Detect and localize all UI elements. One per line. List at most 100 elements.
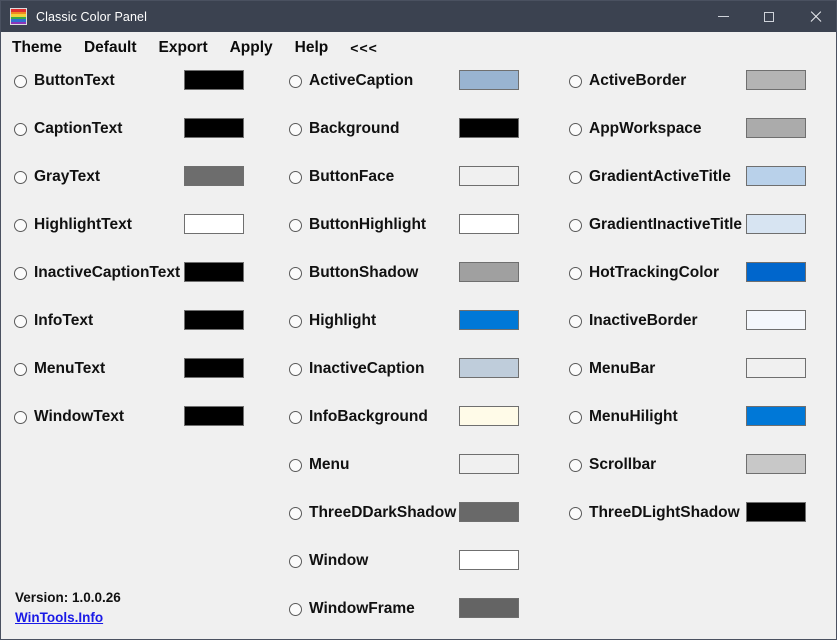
radio-appworkspace[interactable]	[569, 123, 582, 136]
radio-inactiveborder[interactable]	[569, 315, 582, 328]
radio-threeddarkshadow[interactable]	[289, 507, 302, 520]
color-row[interactable]: Scrollbar	[566, 447, 834, 495]
radio-buttonface[interactable]	[289, 171, 302, 184]
color-swatch[interactable]	[184, 262, 244, 282]
radio-background[interactable]	[289, 123, 302, 136]
color-swatch[interactable]	[459, 166, 519, 186]
radio-infotext[interactable]	[14, 315, 27, 328]
wintools-info-link[interactable]: WinTools.Info	[15, 609, 121, 627]
radio-menutext[interactable]	[14, 363, 27, 376]
radio-menubar[interactable]	[569, 363, 582, 376]
color-row[interactable]: MenuHilight	[566, 399, 834, 447]
color-row[interactable]: InfoText	[11, 303, 281, 351]
color-swatch[interactable]	[746, 358, 806, 378]
menu-item-[interactable]: <<<	[339, 41, 389, 55]
radio-activecaption[interactable]	[289, 75, 302, 88]
radio-inactivecaptiontext[interactable]	[14, 267, 27, 280]
radio-graytext[interactable]	[14, 171, 27, 184]
radio-threedlightshadow[interactable]	[569, 507, 582, 520]
color-swatch[interactable]	[184, 214, 244, 234]
radio-scrollbar[interactable]	[569, 459, 582, 472]
color-swatch[interactable]	[746, 454, 806, 474]
radio-buttontext[interactable]	[14, 75, 27, 88]
color-swatch[interactable]	[184, 118, 244, 138]
radio-menuhilight[interactable]	[569, 411, 582, 424]
color-swatch[interactable]	[746, 118, 806, 138]
color-swatch[interactable]	[459, 358, 519, 378]
color-row[interactable]: ButtonText	[11, 63, 281, 111]
color-row[interactable]: GradientActiveTitle	[566, 159, 834, 207]
radio-gradientinactivetitle[interactable]	[569, 219, 582, 232]
radio-captiontext[interactable]	[14, 123, 27, 136]
color-row[interactable]: MenuText	[11, 351, 281, 399]
color-row[interactable]: ActiveBorder	[566, 63, 834, 111]
menu-item-theme[interactable]: Theme	[1, 40, 73, 56]
close-button[interactable]	[792, 1, 836, 32]
color-row[interactable]: Highlight	[286, 303, 556, 351]
color-swatch[interactable]	[459, 214, 519, 234]
color-swatch[interactable]	[459, 550, 519, 570]
radio-highlight[interactable]	[289, 315, 302, 328]
color-swatch[interactable]	[184, 70, 244, 90]
menu-item-help[interactable]: Help	[284, 40, 340, 56]
color-row[interactable]: MenuBar	[566, 351, 834, 399]
color-row[interactable]: ButtonFace	[286, 159, 556, 207]
color-swatch[interactable]	[459, 454, 519, 474]
color-row[interactable]: ActiveCaption	[286, 63, 556, 111]
color-swatch[interactable]	[459, 118, 519, 138]
color-row[interactable]: HighlightText	[11, 207, 281, 255]
color-row[interactable]: GrayText	[11, 159, 281, 207]
color-swatch[interactable]	[746, 406, 806, 426]
color-swatch[interactable]	[459, 310, 519, 330]
color-row[interactable]: InactiveCaptionText	[11, 255, 281, 303]
color-swatch[interactable]	[459, 598, 519, 618]
color-swatch[interactable]	[746, 262, 806, 282]
color-row[interactable]: AppWorkspace	[566, 111, 834, 159]
color-row[interactable]: InfoBackground	[286, 399, 556, 447]
menu-item-apply[interactable]: Apply	[219, 40, 284, 56]
color-row[interactable]: Background	[286, 111, 556, 159]
color-row[interactable]: ThreeDLightShadow	[566, 495, 834, 543]
radio-highlighttext[interactable]	[14, 219, 27, 232]
color-row[interactable]: GradientInactiveTitle	[566, 207, 834, 255]
maximize-button[interactable]	[746, 1, 792, 32]
radio-inactivecaption[interactable]	[289, 363, 302, 376]
color-swatch[interactable]	[184, 406, 244, 426]
color-swatch[interactable]	[746, 70, 806, 90]
color-row[interactable]: WindowText	[11, 399, 281, 447]
color-row[interactable]: ThreeDDarkShadow	[286, 495, 556, 543]
color-swatch[interactable]	[746, 310, 806, 330]
color-swatch[interactable]	[746, 502, 806, 522]
color-row[interactable]: WindowFrame	[286, 591, 556, 639]
color-swatch[interactable]	[459, 502, 519, 522]
radio-activeborder[interactable]	[569, 75, 582, 88]
color-row[interactable]: ButtonShadow	[286, 255, 556, 303]
color-row[interactable]: HotTrackingColor	[566, 255, 834, 303]
radio-windowtext[interactable]	[14, 411, 27, 424]
radio-buttonhighlight[interactable]	[289, 219, 302, 232]
radio-windowframe[interactable]	[289, 603, 302, 616]
radio-buttonshadow[interactable]	[289, 267, 302, 280]
radio-gradientactivetitle[interactable]	[569, 171, 582, 184]
radio-infobackground[interactable]	[289, 411, 302, 424]
color-row[interactable]: CaptionText	[11, 111, 281, 159]
color-row[interactable]: Menu	[286, 447, 556, 495]
color-swatch[interactable]	[459, 406, 519, 426]
radio-hottrackingcolor[interactable]	[569, 267, 582, 280]
menu-item-default[interactable]: Default	[73, 40, 148, 56]
color-row[interactable]: Window	[286, 543, 556, 591]
color-swatch[interactable]	[184, 358, 244, 378]
menu-item-export[interactable]: Export	[148, 40, 219, 56]
color-swatch[interactable]	[459, 70, 519, 90]
radio-menu[interactable]	[289, 459, 302, 472]
color-swatch[interactable]	[746, 214, 806, 234]
minimize-button[interactable]	[700, 1, 746, 32]
color-swatch[interactable]	[184, 166, 244, 186]
color-swatch[interactable]	[746, 166, 806, 186]
color-row[interactable]: InactiveCaption	[286, 351, 556, 399]
color-row[interactable]: ButtonHighlight	[286, 207, 556, 255]
color-row[interactable]: InactiveBorder	[566, 303, 834, 351]
color-swatch[interactable]	[184, 310, 244, 330]
radio-window[interactable]	[289, 555, 302, 568]
color-swatch[interactable]	[459, 262, 519, 282]
